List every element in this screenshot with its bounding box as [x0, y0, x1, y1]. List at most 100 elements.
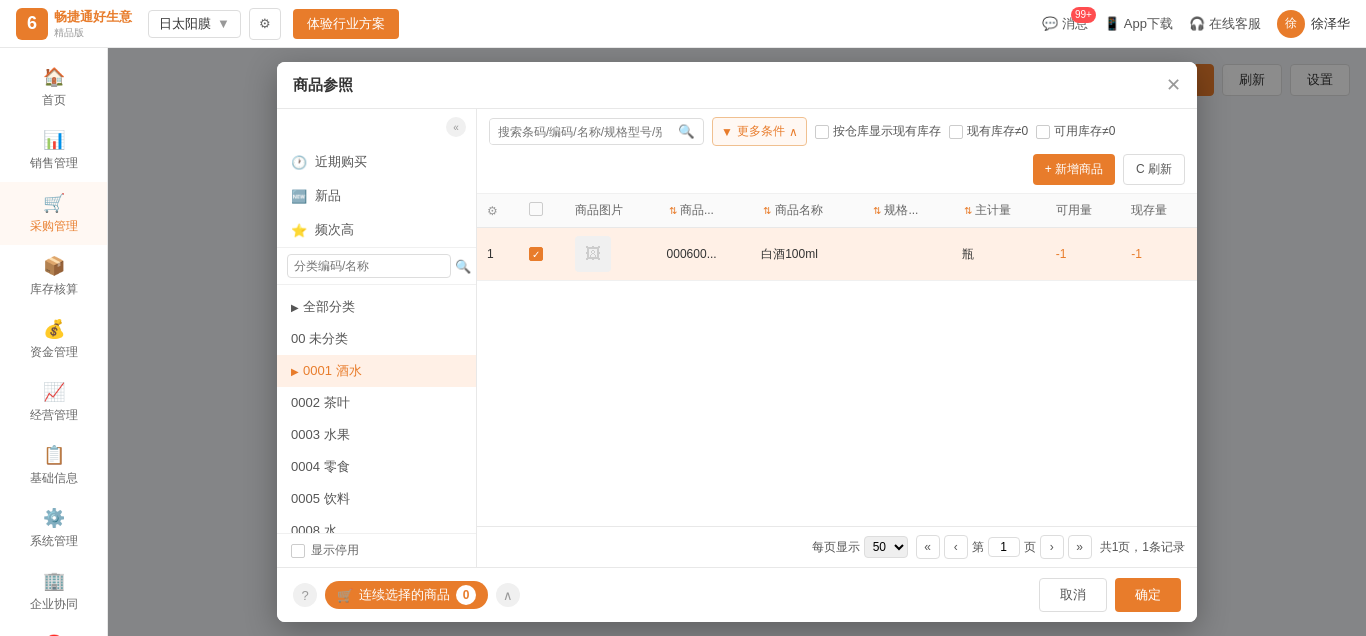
total-info: 共1页，1条记录 — [1100, 539, 1185, 556]
product-data-table: ⚙ 商品图片 ⇅ 商品... — [477, 194, 1197, 281]
sidebar-item-inventory[interactable]: 📦 库存核算 — [0, 245, 107, 308]
warehouse-display-checkbox-area: 按仓库显示现有库存 — [815, 123, 941, 140]
category-item-water[interactable]: 0008 水 — [277, 515, 476, 533]
collapse-panel-button[interactable]: « — [446, 117, 466, 137]
category-item-snacks[interactable]: 0004 零食 — [277, 451, 476, 483]
product-search-box: 🔍 — [489, 118, 704, 145]
sidebar-item-purchase[interactable]: 🛒 采购管理 — [0, 182, 107, 245]
frequent-filter[interactable]: ⭐ 频次高 — [277, 213, 476, 247]
purchase-icon: 🛒 — [43, 192, 65, 214]
recent-purchase-filter[interactable]: 🕐 近期购买 — [277, 145, 476, 179]
row-code: 000600... — [657, 228, 752, 281]
stock-nonzero-checkbox-area: 现有库存≠0 — [949, 123, 1028, 140]
stock-nonzero-checkbox[interactable] — [949, 125, 963, 139]
table-row[interactable]: 1 ✓ 🖼 — [477, 228, 1197, 281]
prev-page-button[interactable]: ‹ — [944, 535, 968, 559]
page-number-input[interactable] — [988, 537, 1020, 557]
selected-count-badge: 0 — [456, 585, 476, 605]
last-page-button[interactable]: » — [1068, 535, 1092, 559]
sidebar-item-guide[interactable]: 🎯 新手引导 — [0, 623, 107, 636]
category-list: ▶ 全部分类 00 未分类 ▶ 0001 酒水 0002 茶 — [277, 285, 476, 533]
select-all-checkbox[interactable] — [529, 202, 543, 216]
category-item-uncategorized[interactable]: 00 未分类 — [277, 323, 476, 355]
footer-left: ? 🛒 连续选择的商品 0 ∧ — [293, 581, 520, 609]
online-service-item[interactable]: 🎧 在线客服 — [1189, 15, 1261, 33]
message-badge: 99+ — [1071, 7, 1096, 23]
sidebar-item-system[interactable]: ⚙️ 系统管理 — [0, 497, 107, 560]
row-image: 🖼 — [565, 228, 657, 281]
chevron-down-icon: ▼ — [217, 16, 230, 31]
operations-icon: 📈 — [43, 381, 65, 403]
page-label: 第 — [972, 539, 984, 556]
col-unit: ⇅ 主计量 — [952, 194, 1046, 228]
modal-header: 商品参照 ✕ — [277, 62, 1197, 109]
sidebar-item-operations[interactable]: 📈 经营管理 — [0, 371, 107, 434]
star-icon: ⭐ — [291, 223, 307, 238]
main-layout: 🏠 首页 📊 销售管理 🛒 采购管理 📦 库存核算 💰 资金管理 📈 经营管理 … — [0, 48, 1366, 636]
warehouse-display-checkbox[interactable] — [815, 125, 829, 139]
modal-footer: ? 🛒 连续选择的商品 0 ∧ 取消 确定 — [277, 567, 1197, 622]
enterprise-icon: 🏢 — [43, 570, 65, 592]
modal-title: 商品参照 — [293, 76, 353, 95]
basic-info-icon: 📋 — [43, 444, 65, 466]
messages-item[interactable]: 💬 消息 99+ — [1042, 15, 1088, 33]
category-item-fruit[interactable]: 0003 水果 — [277, 419, 476, 451]
cancel-button[interactable]: 取消 — [1039, 578, 1107, 612]
category-item-tea[interactable]: 0002 茶叶 — [277, 387, 476, 419]
sidebar-item-sales[interactable]: 📊 销售管理 — [0, 119, 107, 182]
home-icon: 🏠 — [43, 66, 65, 88]
collapse-footer-button[interactable]: ∧ — [496, 583, 520, 607]
row-available: -1 — [1046, 228, 1122, 281]
col-gear: ⚙ — [477, 194, 519, 228]
logo-text: 畅捷通好生意 精品版 — [54, 8, 132, 40]
category-item-liquor[interactable]: ▶ 0001 酒水 — [277, 355, 476, 387]
col-name: ⇅ 商品名称 — [751, 194, 861, 228]
help-icon[interactable]: ? — [293, 583, 317, 607]
sidebar-item-basic-info[interactable]: 📋 基础信息 — [0, 434, 107, 497]
sort-icon: ⇅ — [669, 205, 677, 216]
category-item-beverage[interactable]: 0005 饮料 — [277, 483, 476, 515]
product-reference-modal: 商品参照 ✕ « 🕐 近期购买 — [277, 62, 1197, 622]
headset-icon: 🎧 — [1189, 16, 1205, 31]
sidebar-item-home[interactable]: 🏠 首页 — [0, 56, 107, 119]
nav-selector[interactable]: 日太阳膜 ▼ — [148, 10, 241, 38]
modal-overlay: 商品参照 ✕ « 🕐 近期购买 — [108, 48, 1366, 636]
settings-icon[interactable]: ⚙ — [249, 8, 281, 40]
first-page-button[interactable]: « — [916, 535, 940, 559]
filter-icon: ▼ — [721, 125, 733, 139]
top-header: 6 畅捷通好生意 精品版 日太阳膜 ▼ ⚙ 体验行业方案 💬 消息 99+ 📱 … — [0, 0, 1366, 48]
trial-button[interactable]: 体验行业方案 — [293, 9, 399, 39]
arrow-right-icon: ▶ — [291, 302, 299, 313]
show-disabled-checkbox[interactable] — [291, 544, 305, 558]
product-toolbar: 🔍 ▼ 更多条件 ∧ 按仓库显示现有库存 — [477, 109, 1197, 194]
sidebar-item-enterprise[interactable]: 🏢 企业协同 — [0, 560, 107, 623]
sidebar: 🏠 首页 📊 销售管理 🛒 采购管理 📦 库存核算 💰 资金管理 📈 经营管理 … — [0, 48, 108, 636]
phone-icon: 📱 — [1104, 16, 1120, 31]
available-nonzero-checkbox[interactable] — [1036, 125, 1050, 139]
user-avatar-area[interactable]: 徐 徐泽华 — [1277, 10, 1350, 38]
row-select-checkbox[interactable]: ✓ — [529, 247, 543, 261]
app-download-item[interactable]: 📱 App下载 — [1104, 15, 1173, 33]
cart-icon: 🛒 — [337, 588, 353, 603]
row-unit: 瓶 — [952, 228, 1046, 281]
add-product-button[interactable]: + 新增商品 — [1033, 154, 1115, 185]
modal-close-button[interactable]: ✕ — [1166, 74, 1181, 96]
product-panel: 🔍 ▼ 更多条件 ∧ 按仓库显示现有库存 — [477, 109, 1197, 567]
cart-selection-area[interactable]: 🛒 连续选择的商品 0 — [325, 581, 488, 609]
product-search-input[interactable] — [490, 120, 670, 144]
refresh-product-button[interactable]: C 刷新 — [1123, 154, 1185, 185]
show-disabled-area: 显示停用 — [277, 533, 476, 567]
new-items-filter[interactable]: 🆕 新品 — [277, 179, 476, 213]
page-navigation: « ‹ 第 页 › » — [916, 535, 1092, 559]
avatar: 徐 — [1277, 10, 1305, 38]
page-size-dropdown[interactable]: 50 — [864, 536, 908, 558]
sidebar-item-finance[interactable]: 💰 资金管理 — [0, 308, 107, 371]
confirm-button[interactable]: 确定 — [1115, 578, 1181, 612]
product-table: ⚙ 商品图片 ⇅ 商品... — [477, 194, 1197, 526]
category-search-icon[interactable]: 🔍 — [455, 259, 471, 274]
more-filters-button[interactable]: ▼ 更多条件 ∧ — [712, 117, 807, 146]
product-search-button[interactable]: 🔍 — [670, 119, 703, 144]
category-search-input[interactable] — [287, 254, 451, 278]
next-page-button[interactable]: › — [1040, 535, 1064, 559]
category-item-all[interactable]: ▶ 全部分类 — [277, 291, 476, 323]
